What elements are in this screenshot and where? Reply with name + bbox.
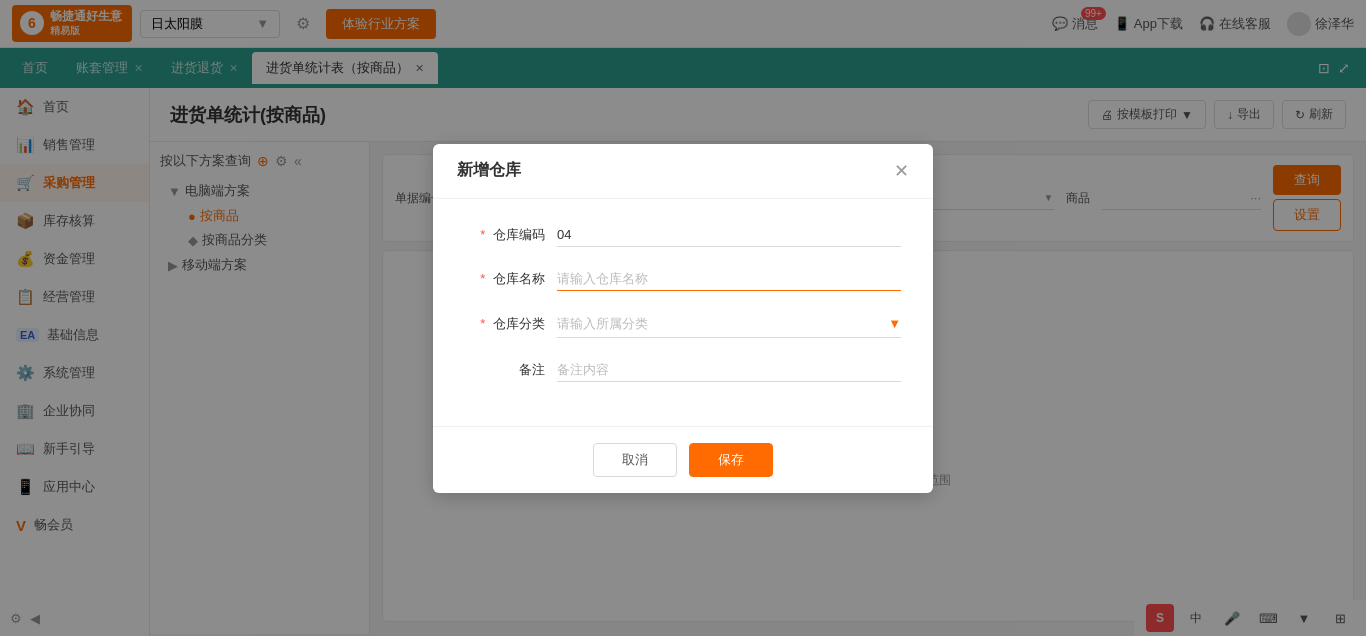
code-label-text: 仓库编码	[493, 227, 545, 242]
category-select[interactable]: 请输入所属分类 ▼	[557, 311, 901, 338]
form-row-category: * 仓库分类 请输入所属分类 ▼	[465, 311, 901, 338]
code-required-star: *	[480, 227, 485, 242]
category-chevron-icon: ▼	[888, 316, 901, 331]
name-input[interactable]	[557, 267, 901, 291]
note-label: 备注	[465, 361, 545, 379]
note-input[interactable]	[557, 358, 901, 382]
category-label: * 仓库分类	[465, 315, 545, 333]
save-button[interactable]: 保存	[689, 443, 773, 477]
form-row-note: 备注	[465, 358, 901, 382]
modal-close-button[interactable]: ✕	[894, 160, 909, 182]
name-label: * 仓库名称	[465, 270, 545, 288]
modal-title: 新增仓库	[457, 160, 521, 181]
name-required-star: *	[480, 271, 485, 286]
modal-body: * 仓库编码 * 仓库名称 * 仓库分类 请输入所属	[433, 199, 933, 426]
modal-overlay: 新增仓库 ✕ * 仓库编码 * 仓库名称	[0, 0, 1366, 636]
note-label-text: 备注	[519, 362, 545, 377]
code-label: * 仓库编码	[465, 226, 545, 244]
cancel-button[interactable]: 取消	[593, 443, 677, 477]
category-label-text: 仓库分类	[493, 316, 545, 331]
category-placeholder: 请输入所属分类	[557, 315, 648, 333]
modal-header: 新增仓库 ✕	[433, 144, 933, 199]
modal-footer: 取消 保存	[433, 426, 933, 493]
add-warehouse-modal: 新增仓库 ✕ * 仓库编码 * 仓库名称	[433, 144, 933, 493]
form-row-code: * 仓库编码	[465, 223, 901, 247]
name-label-text: 仓库名称	[493, 271, 545, 286]
form-row-name: * 仓库名称	[465, 267, 901, 291]
category-required-star: *	[480, 316, 485, 331]
code-input[interactable]	[557, 223, 901, 247]
